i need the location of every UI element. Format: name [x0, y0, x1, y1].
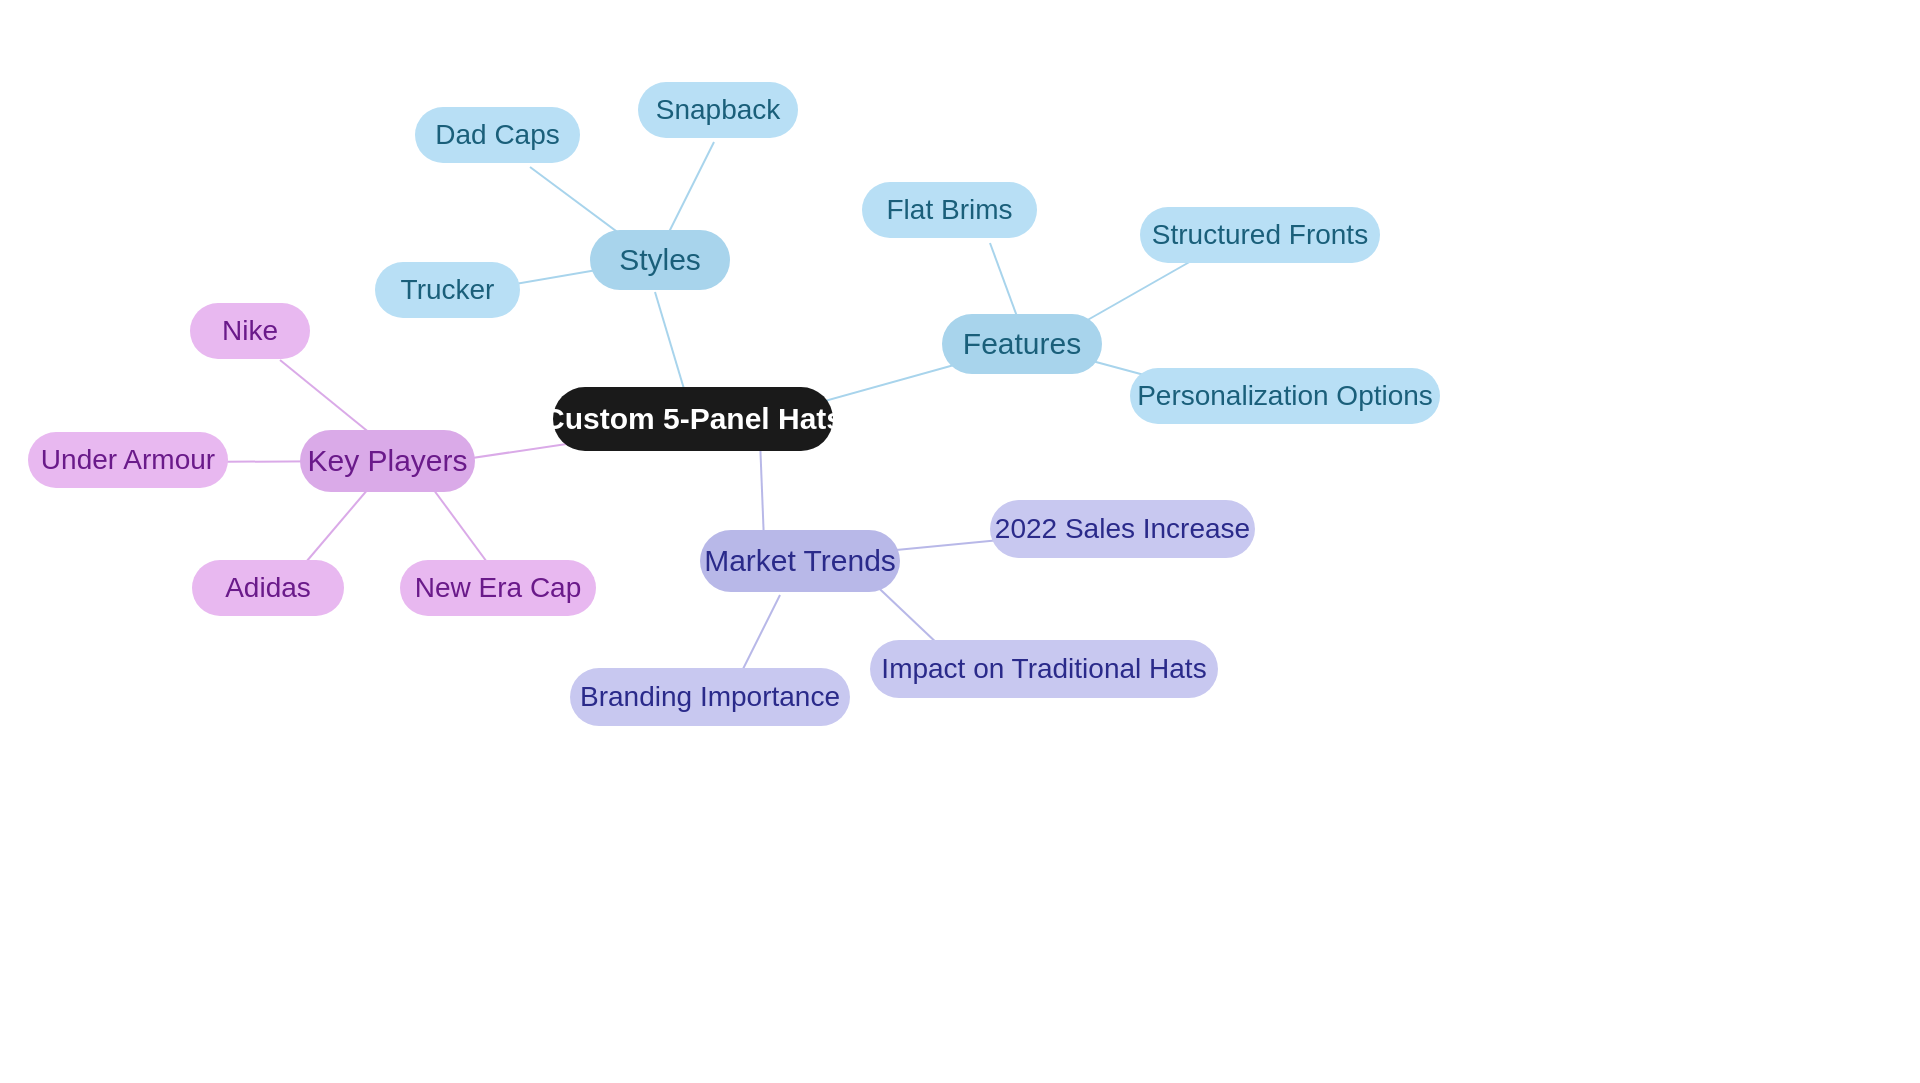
dad-caps-node: Dad Caps — [415, 107, 580, 163]
features-node: Features — [942, 314, 1102, 374]
nike-node: Nike — [190, 303, 310, 359]
impact-traditional-node: Impact on Traditional Hats — [870, 640, 1218, 698]
styles-node: Styles — [590, 230, 730, 290]
trucker-node: Trucker — [375, 262, 520, 318]
adidas-node: Adidas — [192, 560, 344, 616]
branding-importance-node: Branding Importance — [570, 668, 850, 726]
snapback-node: Snapback — [638, 82, 798, 138]
center-node: Custom 5-Panel Hats — [553, 387, 833, 451]
market-trends-node: Market Trends — [700, 530, 900, 592]
under-armour-node: Under Armour — [28, 432, 228, 488]
structured-fronts-node: Structured Fronts — [1140, 207, 1380, 263]
key-players-node: Key Players — [300, 430, 475, 492]
personalization-node: Personalization Options — [1130, 368, 1440, 424]
flat-brims-node: Flat Brims — [862, 182, 1037, 238]
new-era-cap-node: New Era Cap — [400, 560, 596, 616]
svg-line-13 — [760, 440, 764, 541]
sales-increase-node: 2022 Sales Increase — [990, 500, 1255, 558]
